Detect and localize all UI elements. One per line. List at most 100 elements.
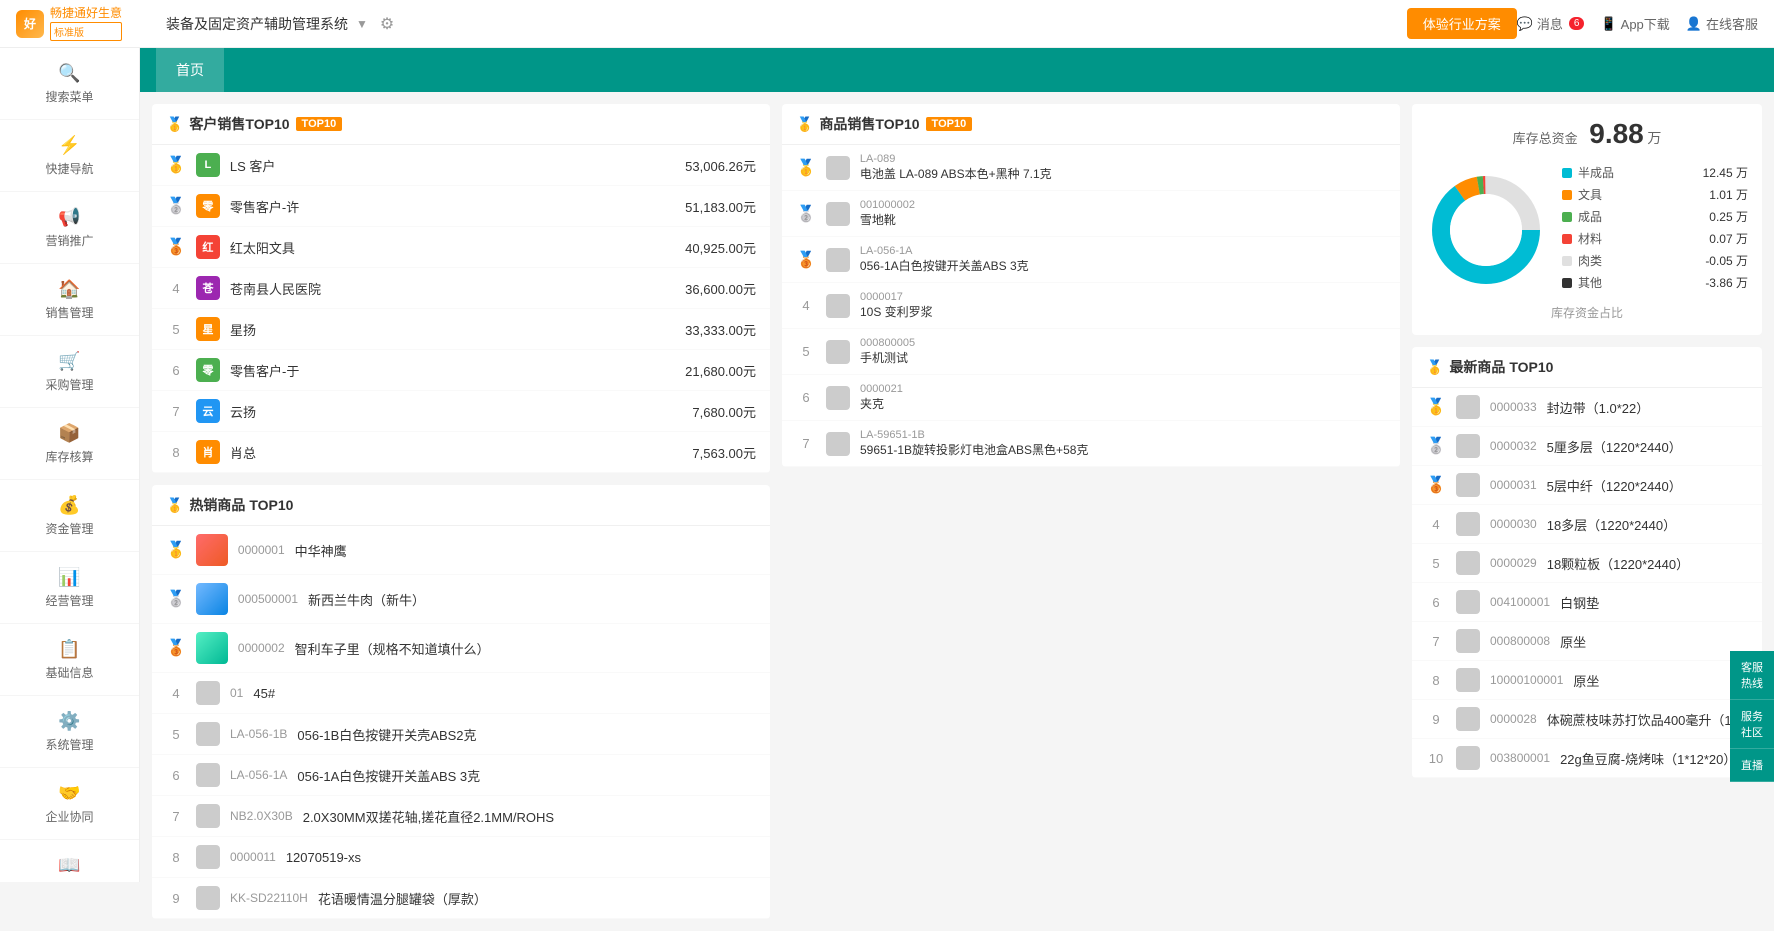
chevron-down-icon[interactable]: ▼ <box>356 17 368 31</box>
product-avatar <box>1456 746 1480 770</box>
enterprise-icon: 🤝 <box>59 782 81 804</box>
sidebar-item-sales[interactable]: 🏠 销售管理 <box>0 264 139 336</box>
table-row: 🥉 LA-056-1A 056-1A白色按键开关盖ABS 3克 <box>782 237 1400 283</box>
list-item: 9 0000028 体碗蔗枝味苏打饮品400毫升（1*15） <box>1412 700 1762 739</box>
hot-icon: 🥇 <box>166 497 183 514</box>
app-download-item[interactable]: 📱 App下载 <box>1600 14 1669 33</box>
try-btn[interactable]: 体验行业方案 <box>1407 8 1517 39</box>
list-item: 8 0000011 12070519-xs <box>152 837 770 878</box>
sidebar-item-operations[interactable]: 📊 经营管理 <box>0 552 139 624</box>
search-icon: 🔍 <box>59 62 81 84</box>
table-row: 🥇 LA-089 电池盖 LA-089 ABS本色+黑种 7.1克 <box>782 145 1400 191</box>
customer-ranking-list: 🥇 L LS 客户 53,006.26元 🥈 零 零售客户-许 51,183.0… <box>152 145 770 473</box>
list-item: 7 NB2.0X30B 2.0X30MM双搓花轴,搓花直径2.1MM/ROHS <box>152 796 770 837</box>
sidebar-item-finance[interactable]: 💰 资金管理 <box>0 480 139 552</box>
system-name: 装备及固定资产辅助管理系统 ▼ ⚙ <box>166 14 1395 34</box>
list-item: 🥈 000500001 新西兰牛肉（新牛） <box>152 575 770 624</box>
float-live[interactable]: 直播 <box>1730 749 1774 782</box>
sidebar-item-system[interactable]: ⚙️ 系统管理 <box>0 696 139 768</box>
basic-info-icon: 📋 <box>59 638 81 660</box>
float-buttons: 客服热线 服务社区 直播 <box>1730 651 1774 782</box>
product-avatar <box>826 156 850 180</box>
product-avatar <box>1456 590 1480 614</box>
legend-dot <box>1562 190 1572 200</box>
sidebar-item-enterprise[interactable]: 🤝 企业协同 <box>0 768 139 840</box>
legend-item: 半成品 12.45 万 <box>1562 164 1748 181</box>
sidebar: 🔍 搜索菜单 ⚡ 快捷导航 📢 营销推广 🏠 销售管理 🛒 采购管理 📦 库存核… <box>0 48 140 882</box>
bronze-medal-icon: 🥉 <box>1426 475 1446 495</box>
product-ranking-card: 🥇 商品销售TOP10 TOP10 🥇 LA-089 电池盖 LA-089 AB… <box>782 104 1400 467</box>
list-item: 10 003800001 22g鱼豆腐-烧烤味（1*12*20） <box>1412 739 1762 778</box>
logo-area: 好 畅捷通好生意 标准版 <box>16 6 156 41</box>
sidebar-item-purchase[interactable]: 🛒 采购管理 <box>0 336 139 408</box>
list-item: 🥉 0000031 5层中纤（1220*2440） <box>1412 466 1762 505</box>
sidebar-item-inventory[interactable]: 📦 库存核算 <box>0 408 139 480</box>
product-avatar <box>1456 668 1480 692</box>
logo-icon: 好 <box>16 10 44 38</box>
legend-dot <box>1562 168 1572 178</box>
header-right: 💬 消息 6 📱 App下载 👤 在线客服 <box>1517 14 1758 33</box>
inventory-icon: 📦 <box>59 422 81 444</box>
medal-icon: 🥇 <box>166 116 183 133</box>
silver-medal-icon: 🥈 <box>796 204 816 224</box>
gear-icon[interactable]: ⚙ <box>380 14 394 34</box>
list-item: 🥈 0000032 5厘多层（1220*2440） <box>1412 427 1762 466</box>
inventory-total: 库存总资金 9.88 万 <box>1426 118 1748 150</box>
product-avatar <box>196 722 220 746</box>
service-icon: 👤 <box>1686 16 1702 32</box>
product-avatar <box>1456 707 1480 731</box>
product-avatar <box>826 248 850 272</box>
list-item: 9 KK-SD22110H 花语暖情温分腿罐袋（厚款） <box>152 878 770 919</box>
list-item: 5 0000029 18颗粒板（1220*2440） <box>1412 544 1762 583</box>
bronze-medal-icon: 🥉 <box>166 237 186 257</box>
list-item: 8 10000100001 原坐 <box>1412 661 1762 700</box>
sidebar-item-quick-nav[interactable]: ⚡ 快捷导航 <box>0 120 139 192</box>
avatar: 星 <box>196 317 220 341</box>
avatar: 云 <box>196 399 220 423</box>
float-service-community[interactable]: 服务社区 <box>1730 700 1774 749</box>
donut-chart <box>1426 170 1546 290</box>
marketing-icon: 📢 <box>59 206 81 228</box>
product-avatar <box>826 340 850 364</box>
list-item: 🥇 0000001 中华神鹰 <box>152 526 770 575</box>
latest-products-card: 🥇 最新商品 TOP10 🥇 0000033 封边带（1.0*22） 🥈 <box>1412 347 1762 778</box>
customer-ranking-card: 🥇 客户销售TOP10 TOP10 🥇 L LS 客户 53,006.26元 <box>152 104 770 473</box>
legend-dot <box>1562 278 1572 288</box>
product-image <box>196 534 228 566</box>
product-avatar <box>196 804 220 828</box>
operations-icon: 📊 <box>59 566 81 588</box>
product-avatar <box>1456 512 1480 536</box>
latest-products-list: 🥇 0000033 封边带（1.0*22） 🥈 0000032 5厘多层（122… <box>1412 388 1762 778</box>
table-row: 4 苍 苍南县人民医院 36,600.00元 <box>152 268 770 309</box>
legend-dot <box>1562 212 1572 222</box>
tab-home[interactable]: 首页 <box>156 48 224 92</box>
float-customer-service[interactable]: 客服热线 <box>1730 651 1774 700</box>
gold-medal-icon: 🥇 <box>796 158 816 178</box>
product-avatar <box>1456 473 1480 497</box>
product-avatar <box>1456 551 1480 575</box>
latest-products-header: 🥇 最新商品 TOP10 <box>1412 347 1762 388</box>
silver-medal-icon: 🥈 <box>166 196 186 216</box>
hot-products-header: 🥇 热销商品 TOP10 <box>152 485 770 526</box>
sidebar-item-guide[interactable]: 📖 新手引导 <box>0 840 139 882</box>
inventory-card: 库存总资金 9.88 万 <box>1412 104 1762 335</box>
online-service-item[interactable]: 👤 在线客服 <box>1686 14 1758 33</box>
list-item: 🥉 0000002 智利车子里（规格不知道填什么） <box>152 624 770 673</box>
bronze-medal-icon: 🥉 <box>796 250 816 270</box>
product-avatar <box>1456 629 1480 653</box>
list-item: 5 LA-056-1B 056-1B白色按键开关壳ABS2克 <box>152 714 770 755</box>
table-row: 5 000800005 手机测试 <box>782 329 1400 375</box>
sidebar-item-marketing[interactable]: 📢 营销推广 <box>0 192 139 264</box>
sidebar-item-search[interactable]: 🔍 搜索菜单 <box>0 48 139 120</box>
table-row: 7 云 云扬 7,680.00元 <box>152 391 770 432</box>
table-row: 6 0000021 夹克 <box>782 375 1400 421</box>
gold-medal-icon: 🥇 <box>166 540 186 560</box>
notification-item[interactable]: 💬 消息 6 <box>1517 14 1585 33</box>
sidebar-item-basic-info[interactable]: 📋 基础信息 <box>0 624 139 696</box>
legend-item: 其他 -3.86 万 <box>1562 274 1748 291</box>
table-row: 🥉 红 红太阳文具 40,925.00元 <box>152 227 770 268</box>
product-avatar <box>196 681 220 705</box>
list-item: 6 004100001 白钢垫 <box>1412 583 1762 622</box>
hot-products-card: 🥇 热销商品 TOP10 🥇 0000001 中华神鹰 <box>152 485 770 919</box>
product-avatar <box>196 763 220 787</box>
